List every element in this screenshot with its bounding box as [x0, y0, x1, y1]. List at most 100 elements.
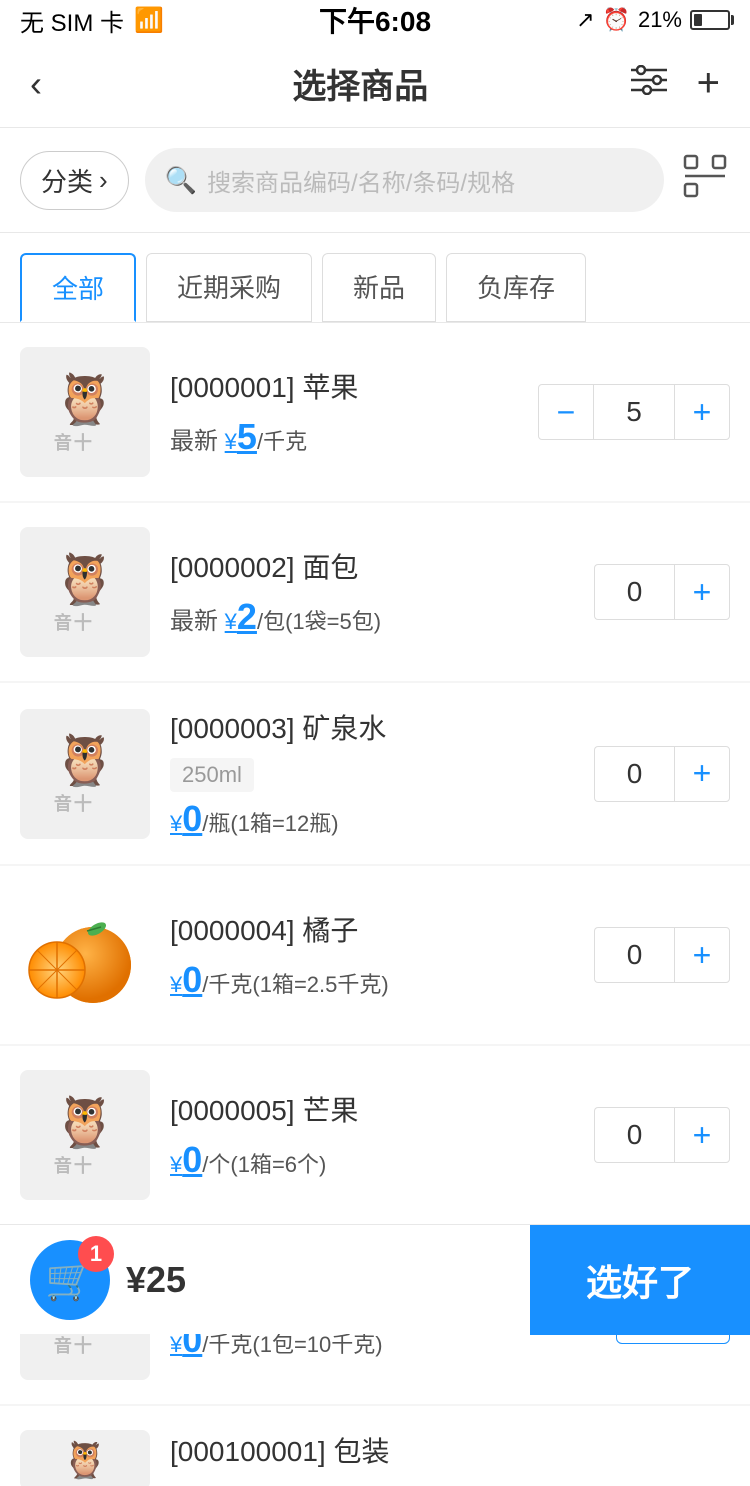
price-value: 0: [182, 798, 202, 839]
nav-bar: ‹ 选择商品 +: [0, 40, 750, 128]
increase-button[interactable]: +: [674, 746, 730, 802]
owl-icon: 🦉: [54, 550, 116, 609]
category-label: 分类: [41, 162, 93, 199]
currency-symbol: ¥: [225, 609, 237, 634]
product-price: ¥0/个(1箱=6个): [170, 1139, 574, 1181]
carrier-label: 无 SIM 卡: [20, 3, 124, 38]
increase-button[interactable]: +: [674, 927, 730, 983]
product-controls: +: [594, 927, 730, 983]
product-name: [0000003] 矿泉水: [170, 707, 574, 747]
product-price: ¥0/瓶(1箱=12瓶): [170, 798, 574, 840]
search-icon: 🔍: [165, 165, 197, 196]
price-value: 0: [182, 1139, 202, 1180]
tab-recent[interactable]: 近期采购: [146, 253, 312, 322]
quantity-input[interactable]: [594, 564, 674, 620]
confirm-button[interactable]: 选好了: [530, 1225, 750, 1335]
quantity-input[interactable]: [594, 384, 674, 440]
status-right: ↗ ⏰ 21%: [576, 7, 730, 33]
filter-bar: 分类 › 🔍 搜索商品编码/名称/条码/规格: [0, 128, 750, 233]
product-info: [000100001] 包装: [170, 1430, 730, 1480]
filter-icon[interactable]: [631, 65, 667, 103]
product-image: 🦉: [20, 1430, 150, 1486]
search-placeholder: 搜索商品编码/名称/条码/规格: [207, 163, 515, 198]
product-item: [0000004] 橘子 ¥0/千克(1箱=2.5千克) +: [0, 866, 750, 1044]
product-info: [0000001] 苹果 最新 ¥5/千克: [170, 366, 518, 458]
search-box[interactable]: 🔍 搜索商品编码/名称/条码/规格: [145, 148, 664, 212]
product-image: 🦉 音十: [20, 347, 150, 477]
quantity-input[interactable]: [594, 746, 674, 802]
price-unit: /千克(1包=10千克): [202, 1332, 382, 1357]
product-controls: +: [594, 746, 730, 802]
owl-icon: 🦉: [54, 731, 116, 790]
status-time: 下午6:08: [319, 0, 431, 40]
increase-button[interactable]: +: [674, 564, 730, 620]
product-item: 🦉 音十 [0000005] 芒果 ¥0/个(1箱=6个) +: [0, 1046, 750, 1224]
product-name: [0000005] 芒果: [170, 1089, 574, 1129]
product-item: 🦉 音十 [0000003] 矿泉水 250ml ¥0/瓶(1箱=12瓶) +: [0, 683, 750, 864]
price-unit: /个(1箱=6个): [202, 1152, 326, 1177]
currency-symbol: ¥: [225, 429, 237, 454]
currency-symbol: ¥: [170, 972, 182, 997]
owl-icon: 🦉: [63, 1439, 108, 1481]
product-price: ¥0/千克(1箱=2.5千克): [170, 959, 574, 1001]
bottom-bar: 🛒 1 ¥25 选好了: [0, 1224, 750, 1334]
tab-bar: 全部 近期采购 新品 负库存: [0, 233, 750, 323]
price-value: 2: [237, 596, 257, 637]
product-item-partial: 🦉 [000100001] 包装: [0, 1406, 750, 1486]
category-button[interactable]: 分类 ›: [20, 151, 129, 210]
orange-svg: [25, 895, 145, 1015]
alarm-icon: ⏰: [603, 7, 630, 33]
cart-badge: 1: [78, 1236, 114, 1272]
currency-symbol: ¥: [170, 1152, 182, 1177]
product-controls: − +: [538, 384, 730, 440]
increase-button[interactable]: +: [674, 384, 730, 440]
page-title: 选择商品: [292, 59, 428, 108]
back-button[interactable]: ‹: [30, 63, 90, 105]
tab-all[interactable]: 全部: [20, 253, 136, 322]
tab-negative-stock[interactable]: 负库存: [446, 253, 586, 322]
cart-total: ¥25: [126, 1259, 186, 1301]
product-name: [0000004] 橘子: [170, 909, 574, 949]
currency-symbol: ¥: [170, 1332, 182, 1357]
product-controls: +: [594, 564, 730, 620]
quantity-input[interactable]: [594, 927, 674, 983]
nav-right-actions: +: [631, 61, 720, 106]
product-image: 🦉 音十: [20, 1070, 150, 1200]
product-name: [0000001] 苹果: [170, 366, 518, 406]
price-unit: /千克: [257, 429, 307, 454]
product-price: 最新 ¥2/包(1袋=5包): [170, 596, 574, 638]
status-bar: 无 SIM 卡 📶 下午6:08 ↗ ⏰ 21%: [0, 0, 750, 40]
product-info: [0000002] 面包 最新 ¥2/包(1袋=5包): [170, 546, 574, 638]
scan-icon[interactable]: [680, 154, 730, 207]
product-item: 🦉 音十 [0000001] 苹果 最新 ¥5/千克 − +: [0, 323, 750, 501]
price-label: 最新: [170, 608, 218, 635]
product-name: [0000002] 面包: [170, 546, 574, 586]
cart-icon-wrapper[interactable]: 🛒 1: [30, 1240, 110, 1320]
product-image: [20, 890, 150, 1020]
price-unit: /千克(1箱=2.5千克): [202, 972, 388, 997]
product-spec: 250ml: [170, 758, 254, 792]
cart-section: 🛒 1 ¥25: [0, 1240, 530, 1320]
price-unit: /瓶(1箱=12瓶): [202, 811, 338, 836]
category-arrow: ›: [99, 165, 108, 196]
product-price: 最新 ¥5/千克: [170, 416, 518, 458]
status-left: 无 SIM 卡 📶: [20, 3, 164, 38]
battery-percent: 21%: [638, 7, 682, 33]
add-button[interactable]: +: [697, 61, 720, 106]
price-value: 0: [182, 959, 202, 1000]
increase-button[interactable]: +: [674, 1107, 730, 1163]
product-image: 🦉 音十: [20, 527, 150, 657]
product-item: 🦉 音十 [0000002] 面包 最新 ¥2/包(1袋=5包) +: [0, 503, 750, 681]
location-icon: ↗: [576, 7, 594, 33]
owl-icon: 🦉: [54, 1093, 116, 1152]
quantity-input[interactable]: [594, 1107, 674, 1163]
price-value: 5: [237, 416, 257, 457]
owl-icon: 🦉: [54, 370, 116, 429]
product-image: 🦉 音十: [20, 709, 150, 839]
decrease-button[interactable]: −: [538, 384, 594, 440]
product-info: [0000003] 矿泉水 250ml ¥0/瓶(1箱=12瓶): [170, 707, 574, 840]
wifi-icon: 📶: [134, 6, 164, 35]
tab-new[interactable]: 新品: [322, 253, 436, 322]
product-info: [0000005] 芒果 ¥0/个(1箱=6个): [170, 1089, 574, 1181]
price-unit: /包(1袋=5包): [257, 609, 381, 634]
